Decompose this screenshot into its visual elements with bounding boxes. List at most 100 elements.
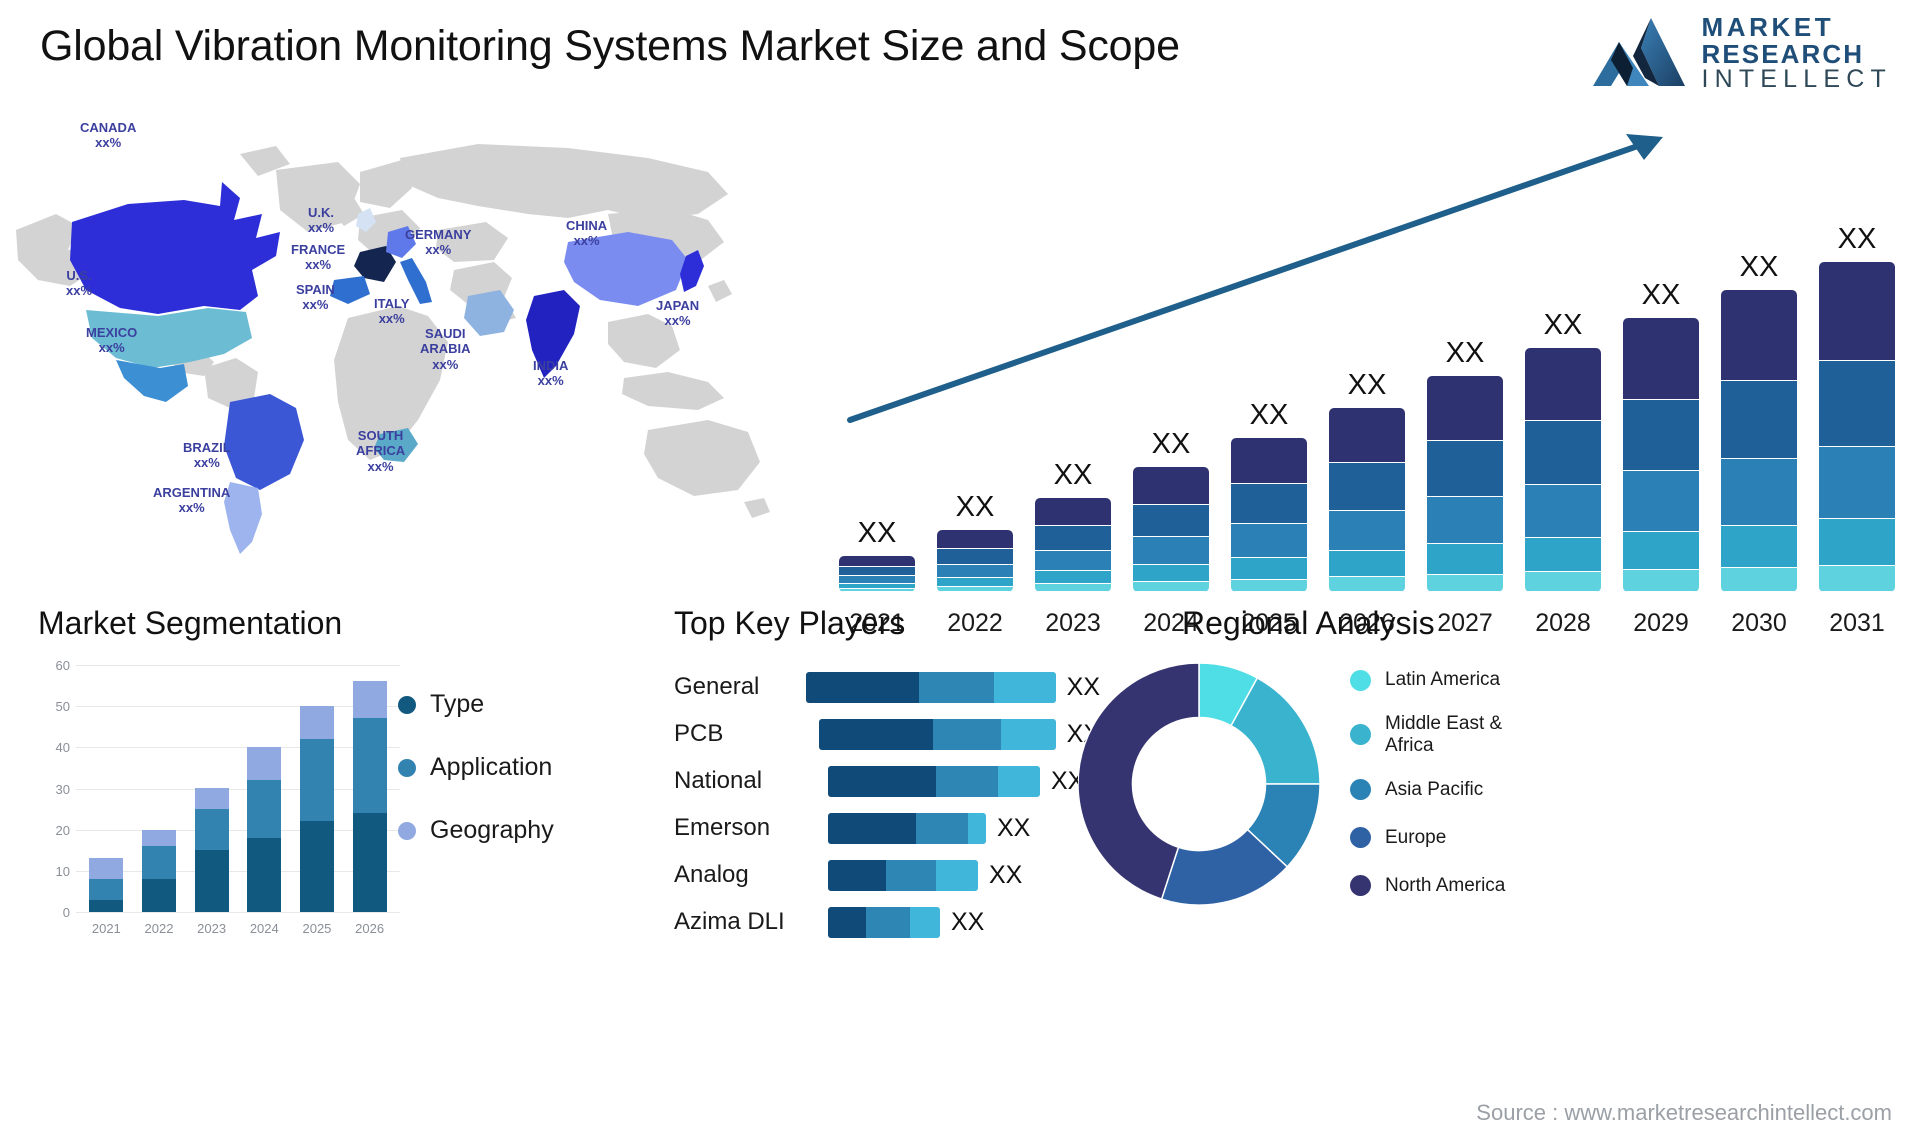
player-bar-segment [1000, 718, 1056, 750]
forecast-bar[interactable] [1721, 290, 1797, 592]
player-bar-segment [918, 671, 995, 703]
legend-dot-icon [1350, 875, 1371, 897]
forecast-bar[interactable] [1427, 376, 1503, 592]
regional-legend-item[interactable]: Middle East & Africa [1350, 713, 1545, 757]
forecast-bar-group[interactable]: XX [838, 517, 916, 592]
forecast-bar-value: XX [857, 517, 897, 549]
forecast-bar-group[interactable]: XX [1328, 369, 1406, 592]
regional-legend-item[interactable]: North America [1350, 871, 1545, 901]
forecast-bar[interactable] [839, 556, 915, 592]
forecast-bar-group[interactable]: XX [1622, 279, 1700, 592]
forecast-bar-segment [1231, 558, 1307, 580]
regional-donut [1077, 662, 1321, 906]
segmentation-gridline [76, 912, 400, 913]
segmentation-legend-item[interactable]: Geography [398, 816, 554, 845]
forecast-bar-group[interactable]: XX [1132, 428, 1210, 592]
player-bar[interactable] [828, 812, 986, 844]
map-label-value: xx% [178, 500, 205, 516]
segmentation-bar[interactable] [247, 747, 282, 912]
player-bar[interactable] [828, 765, 1040, 797]
map-label-china: CHINA xx% [566, 218, 607, 249]
forecast-bar-segment [1721, 459, 1797, 526]
segmentation-bar-segment [141, 879, 176, 912]
map-label-value: xx% [302, 297, 329, 313]
segmentation-y-tick: 50 [55, 699, 70, 714]
forecast-bar-segment [937, 530, 1013, 549]
forecast-bar-group[interactable]: XX [936, 491, 1014, 592]
forecast-bar-segment [1623, 318, 1699, 401]
forecast-bar[interactable] [1329, 408, 1405, 592]
segmentation-bar-segment [194, 809, 229, 850]
forecast-bar-segment [937, 564, 1013, 579]
forecast-bar[interactable] [1525, 348, 1601, 592]
player-name: Emerson [674, 814, 771, 841]
player-row[interactable]: Analog XX [660, 855, 1100, 895]
player-bar[interactable] [805, 671, 1056, 703]
segmentation-bar[interactable] [194, 788, 229, 912]
player-bar[interactable] [819, 718, 1056, 750]
forecast-bar-group[interactable]: XX [1720, 251, 1798, 592]
forecast-bar-segment [1133, 537, 1209, 565]
player-bar[interactable] [828, 906, 940, 938]
player-row[interactable]: Emerson XX [660, 808, 1100, 848]
player-name: National [674, 767, 763, 794]
player-row[interactable]: Azima DLI XX [660, 902, 1100, 942]
top-key-players-panel: Top Key Players General XX PCB XX National XX… [660, 605, 1100, 938]
segmentation-bar-segment [352, 718, 387, 813]
forecast-bar-group[interactable]: XX [1426, 337, 1504, 592]
forecast-bar-group[interactable]: XX [1524, 309, 1602, 592]
forecast-bar-segment [1231, 438, 1307, 485]
forecast-bar[interactable] [1623, 318, 1699, 592]
forecast-bar-group[interactable]: XX [1230, 399, 1308, 592]
segmentation-legend-item[interactable]: Application [398, 753, 554, 782]
player-row[interactable]: PCB XX [660, 714, 1100, 754]
forecast-bar-segment [1721, 567, 1797, 592]
forecast-bar-segment [1721, 380, 1797, 460]
segmentation-x-label: 2023 [197, 921, 227, 936]
player-row[interactable]: National XX [660, 761, 1100, 801]
forecast-bar[interactable] [937, 530, 1013, 592]
segmentation-x-label: 2025 [302, 921, 332, 936]
player-bar-segment [932, 718, 1001, 750]
forecast-bar[interactable] [1231, 438, 1307, 592]
player-bar[interactable] [828, 859, 978, 891]
forecast-bar-group[interactable]: XX [1818, 223, 1896, 592]
regional-legend-item[interactable]: Asia Pacific [1350, 775, 1545, 805]
forecast-bar-segment [1133, 582, 1209, 592]
player-bar-segment [828, 765, 936, 797]
forecast-bar-segment [1525, 348, 1601, 422]
forecast-bar-segment [937, 587, 1013, 592]
regional-legend-item[interactable]: Latin America [1350, 665, 1545, 695]
map-label-argentina: ARGENTINA xx% [153, 485, 230, 516]
map-region-spain [330, 276, 370, 304]
map-label-country: BRAZIL [183, 440, 231, 455]
forecast-bar[interactable] [1819, 262, 1895, 592]
forecast-bar-segment [1819, 361, 1895, 447]
player-bar-segment [866, 906, 910, 938]
forecast-bar[interactable] [1035, 498, 1111, 592]
forecast-bar-group[interactable]: XX [1034, 459, 1112, 592]
regional-legend-label: Middle East & Africa [1385, 713, 1503, 756]
segmentation-bar[interactable] [352, 681, 387, 912]
map-label-country: FRANCE [291, 242, 346, 257]
map-label-india: INDIA xx% [533, 358, 568, 389]
logo-line-research: RESEARCH [1701, 38, 1865, 69]
segmentation-bar[interactable] [89, 858, 124, 912]
segmentation-legend-item[interactable]: Type [398, 690, 554, 719]
player-bar-segment [916, 812, 968, 844]
segmentation-y-tick: 60 [55, 658, 70, 673]
forecast-bar[interactable] [1133, 467, 1209, 592]
forecast-bar-segment [1623, 531, 1699, 571]
forecast-bar-segment [1427, 574, 1503, 592]
forecast-bar-segment [1525, 538, 1601, 573]
map-label-value: xx% [305, 257, 332, 273]
regional-analysis-panel: Regional Analysis Latin America Middle Ea… [1060, 605, 1900, 925]
segmentation-bar[interactable] [299, 706, 334, 912]
player-row[interactable]: General XX [660, 667, 1100, 707]
forecast-bar-value: XX [1053, 459, 1093, 491]
forecast-bar-value: XX [1641, 279, 1681, 311]
player-bar-segment [805, 671, 919, 703]
regional-legend-item[interactable]: Europe [1350, 823, 1545, 853]
segmentation-bar[interactable] [141, 830, 176, 912]
segmentation-y-tick: 20 [55, 823, 70, 838]
